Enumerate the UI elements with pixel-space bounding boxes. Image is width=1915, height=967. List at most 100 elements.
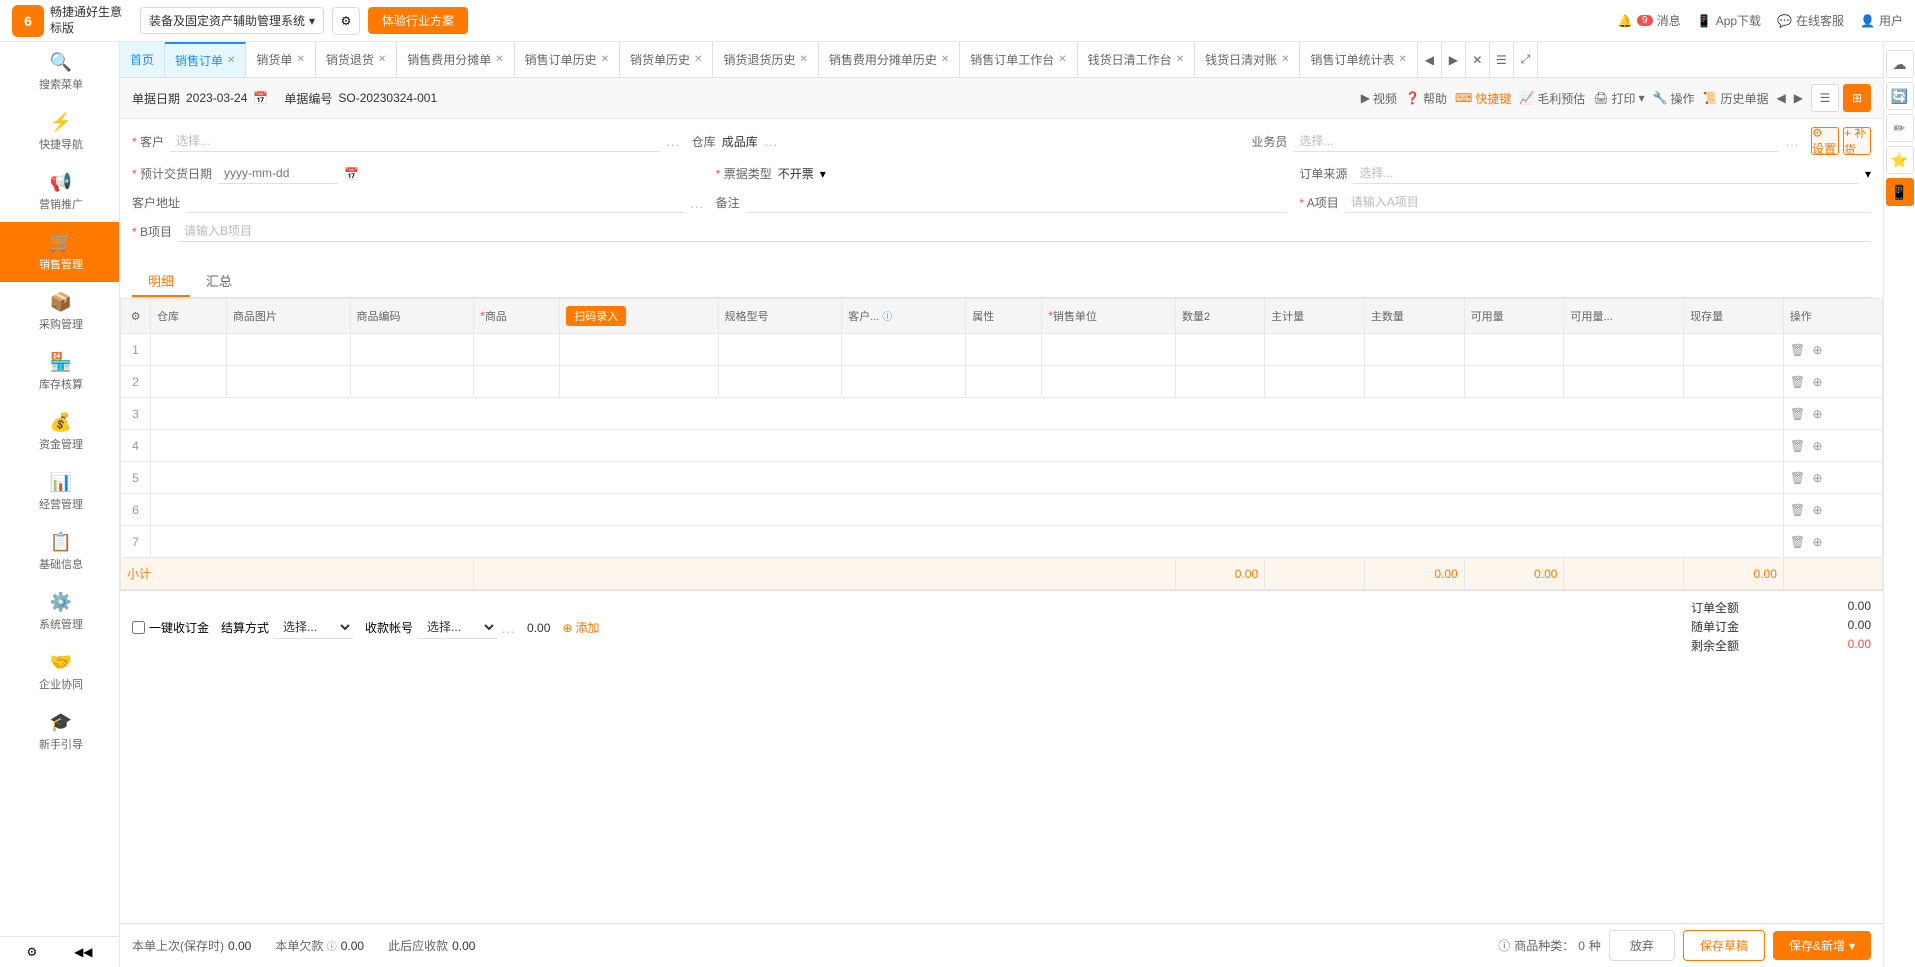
row1-copy-icon[interactable]: ⊕ [1812,343,1822,357]
row5-copy-icon[interactable]: ⊕ [1812,471,1822,485]
settlement-select[interactable]: 选择... [273,616,353,639]
tab-close-sales-summary[interactable]: ✕ [1399,54,1407,65]
notification-btn[interactable]: 🔔 9 消息 [1618,12,1681,29]
sidebar-item-purchase[interactable]: 📦 采购管理 [0,282,119,342]
sidebar-item-system[interactable]: ⚙️ 系统管理 [0,582,119,642]
sidebar-item-inventory[interactable]: 🏪 库存核算 [0,342,119,402]
tab-close-cashflow-reconcile[interactable]: ✕ [1281,54,1289,65]
calendar-icon[interactable]: 📅 [253,91,268,105]
sidebar-collapse-icon[interactable]: ◀◀ [74,945,92,959]
tab-fee-split[interactable]: 销售费用分摊单 ✕ [397,42,514,78]
sidebar-item-collab[interactable]: 🤝 企业协同 [0,642,119,702]
sidebar-item-quick-nav[interactable]: ⚡ 快捷导航 [0,102,119,162]
row2-main-unit[interactable] [1265,366,1365,398]
invoice-chevron-icon[interactable]: ▾ [820,167,826,181]
add-product-btn[interactable]: + 补货 [1843,127,1871,155]
tab-order-ws[interactable]: 销售订单工作台 ✕ [960,42,1077,78]
tab-close-sales-return[interactable]: ✕ [296,54,304,65]
delivery-input[interactable] [218,163,338,184]
row6-copy-icon[interactable]: ⊕ [1812,503,1822,517]
row1-stock[interactable] [1684,334,1784,366]
order-source-input[interactable] [1353,163,1859,184]
user-menu[interactable]: 👤 用户 [1860,12,1903,29]
tab-close-cashflow-daily[interactable]: ✕ [1176,54,1184,65]
nav-next-icon[interactable]: ▶ [1794,91,1803,105]
tab-refund-hist[interactable]: 销货退货历史 ✕ [713,42,818,78]
delivery-calendar-icon[interactable]: 📅 [344,167,359,181]
tab-menu-btn[interactable]: ☰ [1490,42,1514,78]
tab-close-fee-split[interactable]: ✕ [495,54,503,65]
online-support-btn[interactable]: 💬 在线客服 [1777,12,1844,29]
tab-sales-summary[interactable]: 销售订单统计表 ✕ [1300,42,1417,78]
row1-main-qty[interactable] [1364,334,1464,366]
account-select[interactable]: 选择... [417,616,497,639]
row1-spec[interactable] [718,334,842,366]
row1-code[interactable] [350,334,474,366]
form-view-btn[interactable]: ⊞ [1843,84,1871,112]
row2-spec[interactable] [718,366,842,398]
row1-available2[interactable] [1564,334,1684,366]
row1-product[interactable] [474,334,560,366]
tab-close-order-ws[interactable]: ✕ [1058,54,1066,65]
rs-cloud-btn[interactable]: ☁ [1886,50,1914,78]
save-draft-btn[interactable]: 保存草稿 [1683,930,1765,961]
account-more-icon[interactable]: … [501,620,515,636]
row3-copy-icon[interactable]: ⊕ [1812,407,1822,421]
rs-star-btn[interactable]: ⭐ [1886,146,1914,174]
row2-customer-code[interactable] [842,366,966,398]
tab-fullscreen-btn[interactable]: ⤢ [1514,42,1538,78]
salesperson-input[interactable] [1293,131,1779,152]
add-payment-btn[interactable]: ⊕ 添加 [562,619,599,636]
tab-close-sales-refund[interactable]: ✕ [378,54,386,65]
tab-fee-hist[interactable]: 销售费用分摊单历史 ✕ [819,42,960,78]
tab-cashflow-daily[interactable]: 钱货日清工作台 ✕ [1078,42,1195,78]
sidebar-item-finance[interactable]: 💰 资金管理 [0,402,119,462]
rs-phone-btn[interactable]: 📱 [1886,178,1914,206]
one-click-checkbox-input[interactable] [132,621,145,634]
row1-available[interactable] [1464,334,1564,366]
view-btn[interactable]: ▶ 视频 [1361,90,1397,107]
settings-panel-btn[interactable]: ⚙ 设置 [1811,127,1839,155]
sidebar-item-sales[interactable]: 🛒 销售管理 [0,222,119,282]
tab-close-return-hist[interactable]: ✕ [694,54,702,65]
history-btn[interactable]: 📜 历史单据 [1703,90,1769,107]
nav-prev-icon[interactable]: ◀ [1777,91,1786,105]
list-view-btn[interactable]: ☰ [1811,84,1839,112]
customer-more-icon[interactable]: … [666,133,680,149]
row3-delete-icon[interactable]: 🗑 [1790,407,1805,421]
discard-btn[interactable]: 放弃 [1609,930,1675,961]
address-more-icon[interactable]: … [690,195,704,211]
remark-input[interactable] [746,192,1288,213]
row2-unit[interactable] [1042,366,1176,398]
customer-input[interactable] [170,131,660,152]
help-btn[interactable]: ❓ 帮助 [1405,90,1447,107]
row2-code[interactable] [350,366,474,398]
rs-refresh-btn[interactable]: 🔄 [1886,82,1914,110]
row2-product[interactable] [474,366,560,398]
row2-available[interactable] [1464,366,1564,398]
row7-copy-icon[interactable]: ⊕ [1812,535,1822,549]
tab-sales-return[interactable]: 销货单 ✕ [246,42,315,78]
shortcut-btn[interactable]: ⌨ 快捷键 [1455,90,1511,107]
row4-delete-icon[interactable]: 🗑 [1790,439,1805,453]
app-download-btn[interactable]: 📱 App下载 [1697,12,1761,29]
row2-delete-icon[interactable]: 🗑 [1790,375,1805,389]
b-project-input[interactable] [178,221,1871,242]
industry-btn[interactable]: 体验行业方案 [368,7,468,34]
order-source-chevron-icon[interactable]: ▾ [1865,167,1871,181]
row1-attr[interactable] [966,334,1042,366]
sidebar-settings-icon[interactable]: ⚙ [26,945,37,959]
warehouse-more-icon[interactable]: … [764,133,778,149]
row2-copy-icon[interactable]: ⊕ [1812,375,1822,389]
salesperson-more-icon[interactable]: … [1785,133,1799,149]
save-new-btn[interactable]: 保存&新增 ▾ [1773,931,1871,960]
print-btn[interactable]: 🖨 打印 ▾ [1593,90,1644,107]
col-settings[interactable]: ⚙ [121,299,151,334]
row1-unit[interactable] [1042,334,1176,366]
sidebar-item-search[interactable]: 🔍 搜索菜单 [0,42,119,102]
tab-cashflow-reconcile[interactable]: 钱货日清对账 ✕ [1195,42,1300,78]
row2-attr[interactable] [966,366,1042,398]
scan-btn[interactable]: 扫码录入 [566,306,626,326]
row6-delete-icon[interactable]: 🗑 [1790,503,1805,517]
address-input[interactable] [186,192,684,213]
